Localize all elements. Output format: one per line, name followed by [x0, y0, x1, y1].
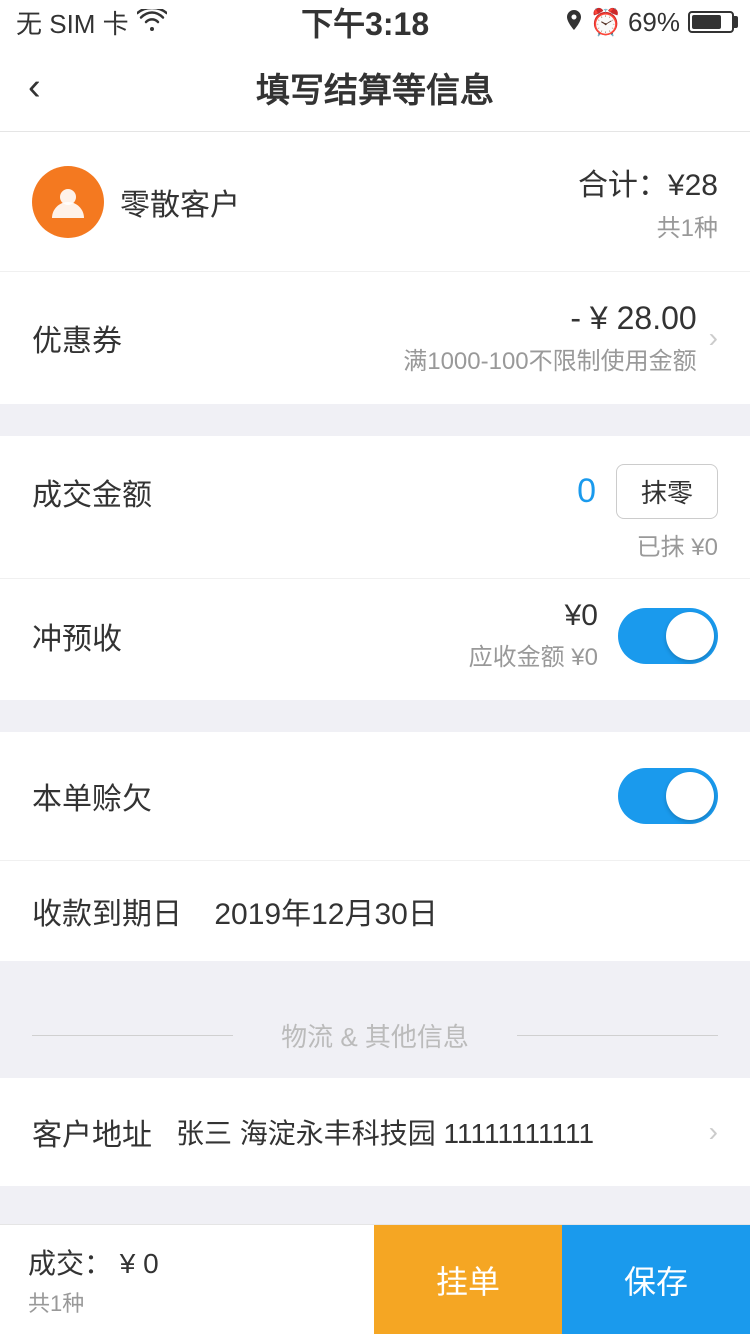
status-left: 无 SIM 卡 [16, 4, 167, 41]
debt-label: 本单赊欠 [32, 774, 152, 818]
due-date-label: 收款到期日 [32, 898, 182, 931]
coupon-row[interactable]: 优惠券 - ¥ 28.00 满1000-100不限制使用金额 › [0, 271, 750, 404]
customer-row: 零散客户 合计：¥28 共1种 [0, 132, 750, 271]
customer-total: 合计：¥28 共1种 [578, 160, 718, 243]
logistics-line: 物流 & 其他信息 [0, 1017, 750, 1054]
logistics-section: 物流 & 其他信息 [0, 993, 750, 1078]
wifi-icon [137, 7, 167, 38]
status-time: 下午3:18 [301, 0, 429, 45]
bottom-deal-label: 成交： [28, 1248, 112, 1279]
page-title: 填写结算等信息 [256, 63, 494, 112]
customer-info: 零散客户 [32, 166, 240, 238]
coupon-right: - ¥ 28.00 满1000-100不限制使用金额 › [403, 300, 718, 376]
coupon-chevron-icon: › [709, 322, 718, 354]
precollect-amount: ¥0 [469, 599, 598, 633]
due-date-value: 2019年12月30日 [214, 898, 437, 931]
logistics-label: 物流 & 其他信息 [281, 1017, 469, 1054]
bottom-deal-amount: ¥ 0 [120, 1248, 159, 1279]
transaction-label: 成交金额 [32, 470, 152, 514]
battery-icon [688, 11, 734, 33]
bottom-bar: 成交： ¥ 0 共1种 挂单 保存 [0, 1224, 750, 1334]
bottom-deal: 成交： ¥ 0 [28, 1242, 346, 1282]
debt-toggle[interactable] [618, 768, 718, 824]
total-amount: 合计：¥28 [578, 160, 718, 204]
status-bar: 无 SIM 卡 下午3:18 ⏰ 69% [0, 0, 750, 44]
round-zero-button[interactable]: 抹零 [616, 464, 718, 519]
save-button[interactable]: 保存 [562, 1225, 750, 1334]
section-divider-3 [0, 961, 750, 977]
customer-name: 零散客户 [120, 180, 240, 224]
coupon-desc: 满1000-100不限制使用金额 [403, 341, 696, 376]
transaction-value[interactable]: 0 [577, 472, 596, 511]
already-rounded: 已抹 ¥0 [0, 527, 750, 578]
avatar [32, 166, 104, 238]
address-label: 客户地址 [32, 1110, 152, 1154]
debt-toggle-knob [666, 772, 714, 820]
section-divider-1 [0, 420, 750, 436]
battery-percent: 69% [628, 7, 680, 38]
content-area: 零散客户 合计：¥28 共1种 优惠券 - ¥ 28.00 满1000-100不… [0, 132, 750, 1312]
hang-sale-button[interactable]: 挂单 [374, 1225, 562, 1334]
bottom-count: 共1种 [28, 1286, 346, 1318]
alarm-icon: ⏰ [590, 7, 622, 38]
address-value: 张三 海淀永丰科技园 11111111111 [176, 1112, 709, 1152]
coupon-label: 优惠券 [32, 316, 122, 360]
precollect-right: ¥0 应收金额 ¥0 [469, 599, 718, 672]
precollect-row: 冲预收 ¥0 应收金额 ¥0 [0, 578, 750, 700]
transaction-section: 成交金额 0 抹零 已抹 ¥0 冲预收 ¥0 应收金额 ¥0 [0, 436, 750, 700]
bottom-summary: 成交： ¥ 0 共1种 [0, 1242, 374, 1318]
transaction-right: 0 抹零 [577, 464, 718, 519]
nav-bar: ‹ 填写结算等信息 [0, 44, 750, 132]
receivable-amount: 应收金额 ¥0 [469, 637, 598, 672]
coupon-discount: - ¥ 28.00 [403, 300, 696, 337]
location-icon [564, 7, 584, 38]
toggle-knob [666, 612, 714, 660]
status-right: ⏰ 69% [564, 7, 734, 38]
debt-section: 本单赊欠 [0, 732, 750, 860]
precollect-label: 冲预收 [32, 614, 122, 658]
customer-section: 零散客户 合计：¥28 共1种 优惠券 - ¥ 28.00 满1000-100不… [0, 132, 750, 404]
precollect-toggle[interactable] [618, 608, 718, 664]
total-count: 共1种 [578, 208, 718, 243]
no-sim-label: 无 SIM 卡 [16, 4, 129, 41]
address-chevron-icon: › [709, 1116, 718, 1148]
section-divider-2 [0, 700, 750, 716]
due-date-row[interactable]: 收款到期日 2019年12月30日 [0, 860, 750, 961]
address-row[interactable]: 客户地址 张三 海淀永丰科技园 11111111111 › [0, 1078, 750, 1186]
transaction-row: 成交金额 0 抹零 [0, 436, 750, 527]
back-button[interactable]: ‹ [28, 66, 41, 109]
